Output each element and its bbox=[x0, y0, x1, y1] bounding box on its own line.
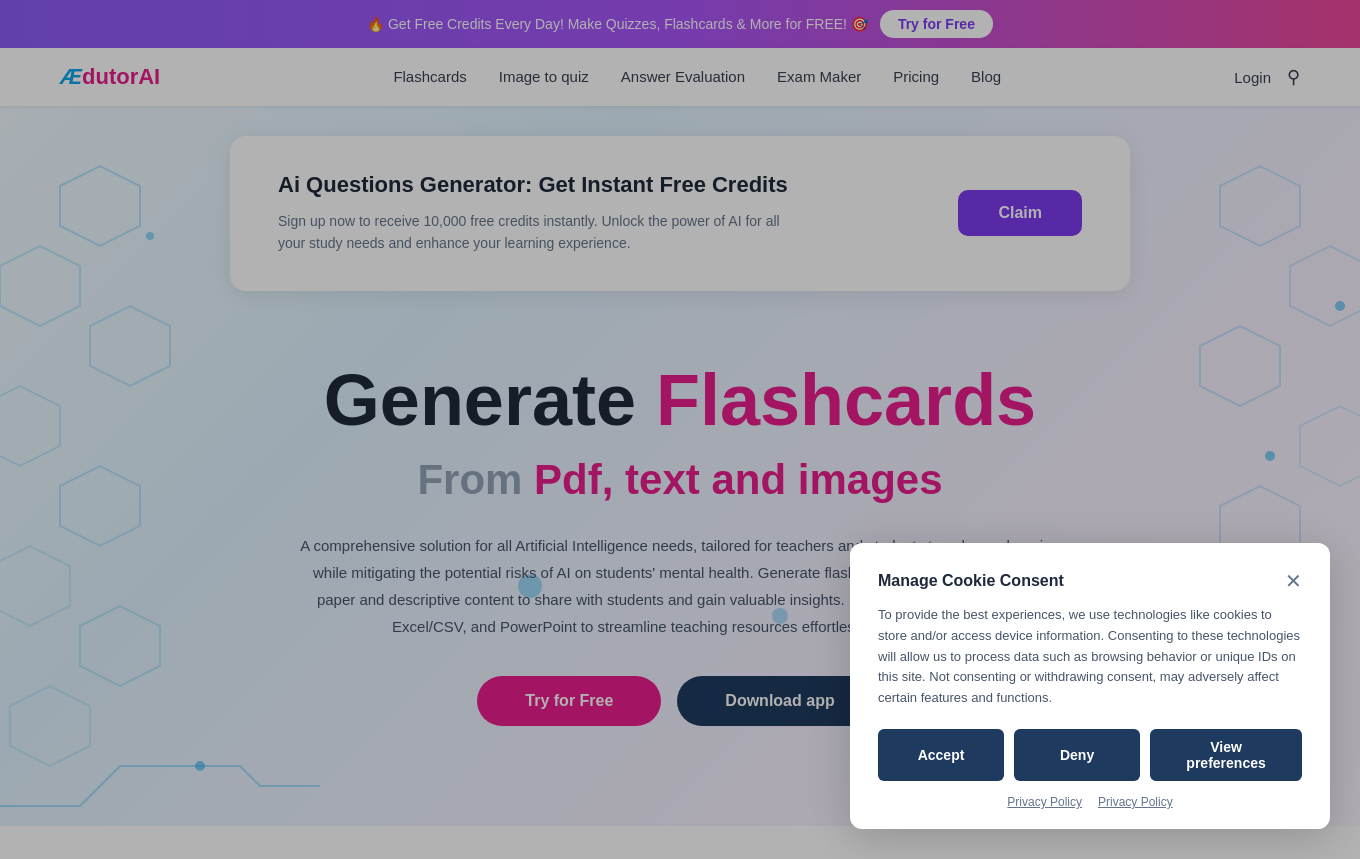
cookie-header: Manage Cookie Consent ✕ bbox=[878, 571, 1302, 591]
promo-card: Ai Questions Generator: Get Instant Free… bbox=[230, 136, 1130, 291]
cookie-close-button[interactable]: ✕ bbox=[1285, 571, 1302, 591]
cookie-privacy-link-1[interactable]: Privacy Policy bbox=[1007, 795, 1082, 809]
nav-login[interactable]: Login bbox=[1234, 69, 1271, 86]
svg-point-13 bbox=[1335, 301, 1345, 311]
nav-links: Flashcards Image to quiz Answer Evaluati… bbox=[393, 68, 1001, 86]
svg-marker-9 bbox=[1290, 246, 1360, 326]
svg-point-17 bbox=[195, 761, 205, 771]
cookie-deny-button[interactable]: Deny bbox=[1014, 729, 1140, 781]
banner-try-button[interactable]: Try for Free bbox=[880, 10, 993, 38]
cookie-accept-button[interactable]: Accept bbox=[878, 729, 1004, 781]
hero-subtitle: From Pdf, text and images bbox=[20, 456, 1340, 504]
promo-card-title: Ai Questions Generator: Get Instant Free… bbox=[278, 172, 798, 198]
nav-right: Login ⚲ bbox=[1234, 66, 1300, 88]
hero-subtitle-highlight: Pdf, text and images bbox=[534, 456, 942, 503]
top-banner: 🔥 Get Free Credits Every Day! Make Quizz… bbox=[0, 0, 1360, 48]
svg-marker-1 bbox=[0, 246, 80, 326]
nav-image-to-quiz[interactable]: Image to quiz bbox=[499, 68, 589, 85]
promo-card-text: Ai Questions Generator: Get Instant Free… bbox=[278, 172, 798, 255]
claim-button[interactable]: Claim bbox=[958, 190, 1082, 236]
nav-exam-maker[interactable]: Exam Maker bbox=[777, 68, 861, 85]
nav-blog[interactable]: Blog bbox=[971, 68, 1001, 85]
banner-text: 🔥 Get Free Credits Every Day! Make Quizz… bbox=[367, 16, 868, 32]
hero-subtitle-part1: From bbox=[417, 456, 534, 503]
nav-flashcards[interactable]: Flashcards bbox=[393, 68, 466, 85]
hero-title: Generate Flashcards bbox=[20, 361, 1340, 440]
svg-marker-0 bbox=[60, 166, 140, 246]
cookie-view-preferences-button[interactable]: View preferences bbox=[1150, 729, 1302, 781]
search-icon[interactable]: ⚲ bbox=[1287, 66, 1300, 88]
cookie-body-text: To provide the best experiences, we use … bbox=[878, 605, 1302, 709]
cookie-actions: Accept Deny View preferences bbox=[878, 729, 1302, 781]
cookie-footer-links: Privacy Policy Privacy Policy bbox=[878, 795, 1302, 809]
svg-marker-8 bbox=[1220, 166, 1300, 246]
nav-pricing[interactable]: Pricing bbox=[893, 68, 939, 85]
cookie-modal: Manage Cookie Consent ✕ To provide the b… bbox=[850, 543, 1330, 826]
cookie-title: Manage Cookie Consent bbox=[878, 572, 1064, 590]
hero-title-highlight: Flashcards bbox=[656, 360, 1036, 440]
hero-title-part1: Generate bbox=[324, 360, 656, 440]
svg-point-16 bbox=[146, 232, 154, 240]
navbar: ÆdutorAI Flashcards Image to quiz Answer… bbox=[0, 48, 1360, 106]
logo: ÆdutorAI bbox=[60, 64, 160, 90]
nav-answer-evaluation[interactable]: Answer Evaluation bbox=[621, 68, 745, 85]
hero-try-button[interactable]: Try for Free bbox=[477, 676, 661, 726]
cookie-privacy-link-2[interactable]: Privacy Policy bbox=[1098, 795, 1173, 809]
promo-card-description: Sign up now to receive 10,000 free credi… bbox=[278, 210, 798, 255]
